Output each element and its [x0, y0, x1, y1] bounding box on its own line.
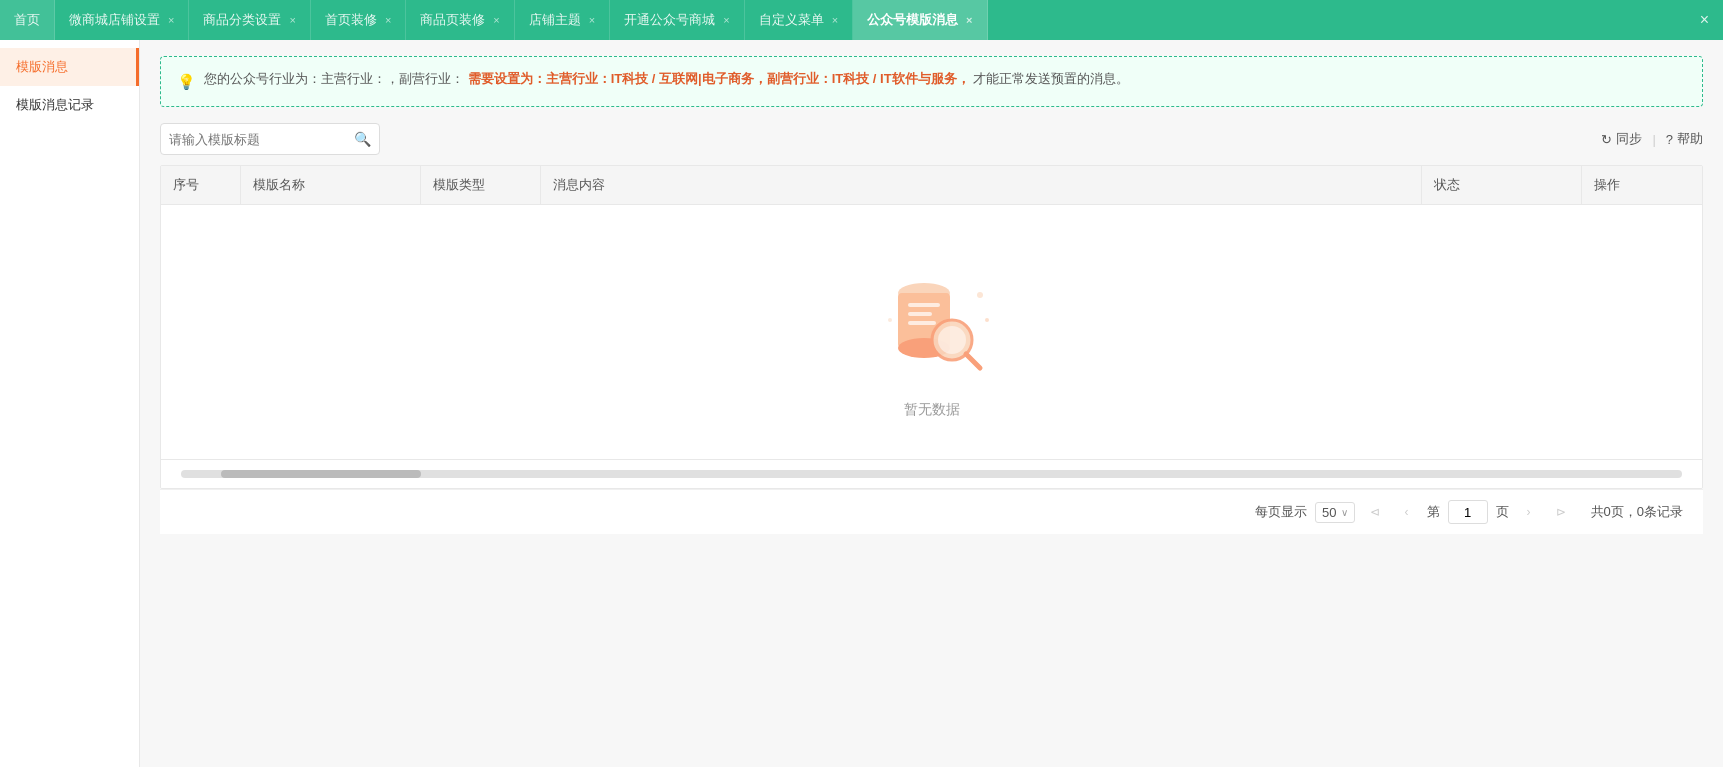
- last-page-button[interactable]: ⊳: [1549, 500, 1573, 524]
- toolbar-divider: |: [1652, 132, 1655, 147]
- tab-shop-settings[interactable]: 微商城店铺设置 ×: [55, 0, 189, 40]
- tab-category-settings[interactable]: 商品分类设置 ×: [189, 0, 310, 40]
- prev-page-button[interactable]: ‹: [1395, 500, 1419, 524]
- help-button[interactable]: ? 帮助: [1666, 130, 1703, 148]
- first-page-button[interactable]: ⊲: [1363, 500, 1387, 524]
- sync-label: 同步: [1616, 130, 1642, 148]
- tab-shop-theme[interactable]: 店铺主题 ×: [515, 0, 610, 40]
- sidebar-item-template-msg-log-label: 模版消息记录: [16, 97, 94, 112]
- data-table: 序号 模版名称 模版类型 消息内容 状态 操作: [160, 165, 1703, 489]
- empty-illustration: [872, 265, 992, 385]
- toolbar-right: ↻ 同步 | ? 帮助: [1601, 130, 1703, 148]
- alert-text: 您的公众号行业为：主营行业：，副营行业： 需要设置为：主营行业：IT科技 / 互…: [204, 69, 1129, 90]
- search-input[interactable]: [169, 132, 354, 147]
- col-index: 序号: [161, 166, 241, 204]
- alert-banner: 💡 您的公众号行业为：主营行业：，副营行业： 需要设置为：主营行业：IT科技 /…: [160, 56, 1703, 107]
- close-product-decor[interactable]: ×: [493, 14, 499, 26]
- tab-open-mall[interactable]: 开通公众号商城 ×: [610, 0, 744, 40]
- tab-home-label: 首页: [14, 11, 40, 29]
- close-home-decor[interactable]: ×: [385, 14, 391, 26]
- sidebar-item-template-msg[interactable]: 模版消息: [0, 48, 139, 86]
- close-all-button[interactable]: ×: [1686, 11, 1723, 29]
- sidebar-item-template-msg-log[interactable]: 模版消息记录: [0, 86, 139, 124]
- next-page-button[interactable]: ›: [1517, 500, 1541, 524]
- svg-line-8: [966, 354, 980, 368]
- close-template-msg[interactable]: ×: [966, 14, 972, 26]
- col-action: 操作: [1582, 166, 1702, 204]
- col-content: 消息内容: [541, 166, 1422, 204]
- sidebar: 模版消息 模版消息记录: [0, 40, 140, 767]
- svg-point-9: [977, 292, 983, 298]
- scroll-track[interactable]: [181, 470, 1682, 478]
- scroll-thumb[interactable]: [221, 470, 421, 478]
- tab-category-settings-label: 商品分类设置: [203, 11, 281, 29]
- alert-prefix: 您的公众号行业为：主营行业：，副营行业：: [204, 71, 464, 86]
- svg-point-10: [888, 318, 892, 322]
- alert-suffix: 才能正常发送预置的消息。: [973, 71, 1129, 86]
- tab-custom-menu[interactable]: 自定义菜单 ×: [745, 0, 853, 40]
- svg-rect-3: [908, 303, 940, 307]
- alert-icon: 💡: [177, 70, 196, 94]
- sidebar-item-template-msg-label: 模版消息: [16, 59, 68, 74]
- tab-custom-menu-label: 自定义菜单: [759, 11, 824, 29]
- tab-product-decor[interactable]: 商品页装修 ×: [406, 0, 514, 40]
- close-open-mall[interactable]: ×: [723, 14, 729, 26]
- svg-rect-4: [908, 312, 932, 316]
- content-area: 💡 您的公众号行业为：主营行业：，副营行业： 需要设置为：主营行业：IT科技 /…: [140, 40, 1723, 767]
- tab-product-decor-label: 商品页装修: [420, 11, 485, 29]
- col-type: 模版类型: [421, 166, 541, 204]
- page-label-before: 第: [1427, 503, 1440, 521]
- tab-home-decor-label: 首页装修: [325, 11, 377, 29]
- tab-home[interactable]: 首页: [0, 0, 55, 40]
- close-shop-settings[interactable]: ×: [168, 14, 174, 26]
- svg-point-11: [985, 318, 989, 322]
- tab-home-decor[interactable]: 首页装修 ×: [311, 0, 406, 40]
- tab-template-msg-label: 公众号模版消息: [867, 11, 958, 29]
- page-total: 共0页，0条记录: [1591, 503, 1683, 521]
- scroll-area[interactable]: [161, 459, 1702, 488]
- svg-point-7: [938, 326, 966, 354]
- top-nav: 首页 微商城店铺设置 × 商品分类设置 × 首页装修 × 商品页装修 × 店铺主…: [0, 0, 1723, 40]
- close-category-settings[interactable]: ×: [289, 14, 295, 26]
- col-status: 状态: [1422, 166, 1582, 204]
- alert-highlight: 需要设置为：主营行业：IT科技 / 互联网|电子商务，副营行业：IT科技 / I…: [468, 71, 970, 86]
- help-label: 帮助: [1677, 130, 1703, 148]
- tab-shop-settings-label: 微商城店铺设置: [69, 11, 160, 29]
- col-name: 模版名称: [241, 166, 421, 204]
- empty-state: 暂无数据: [161, 205, 1702, 459]
- tab-shop-theme-label: 店铺主题: [529, 11, 581, 29]
- search-input-wrapper[interactable]: 🔍: [160, 123, 380, 155]
- sync-button[interactable]: ↻ 同步: [1601, 130, 1642, 148]
- main-layout: 模版消息 模版消息记录 💡 您的公众号行业为：主营行业：，副营行业： 需要设置为…: [0, 40, 1723, 767]
- page-size-select[interactable]: 50 ∨: [1315, 502, 1354, 523]
- help-icon: ?: [1666, 132, 1673, 147]
- tab-template-msg[interactable]: 公众号模版消息 ×: [853, 0, 987, 40]
- table-header: 序号 模版名称 模版类型 消息内容 状态 操作: [161, 166, 1702, 205]
- page-size-dropdown-icon: ∨: [1341, 507, 1348, 518]
- page-number-input[interactable]: [1448, 500, 1488, 524]
- search-icon[interactable]: 🔍: [354, 131, 371, 147]
- pagination: 每页显示 50 ∨ ⊲ ‹ 第 页 › ⊳ 共0页，0条记录: [160, 489, 1703, 534]
- page-size-label: 每页显示: [1255, 503, 1307, 521]
- svg-rect-5: [908, 321, 936, 325]
- close-shop-theme[interactable]: ×: [589, 14, 595, 26]
- search-bar: 🔍 ↻ 同步 | ? 帮助: [160, 123, 1703, 155]
- close-custom-menu[interactable]: ×: [832, 14, 838, 26]
- sync-icon: ↻: [1601, 132, 1612, 147]
- empty-text: 暂无数据: [904, 401, 960, 419]
- page-size-value: 50: [1322, 505, 1336, 520]
- tab-open-mall-label: 开通公众号商城: [624, 11, 715, 29]
- page-label-after: 页: [1496, 503, 1509, 521]
